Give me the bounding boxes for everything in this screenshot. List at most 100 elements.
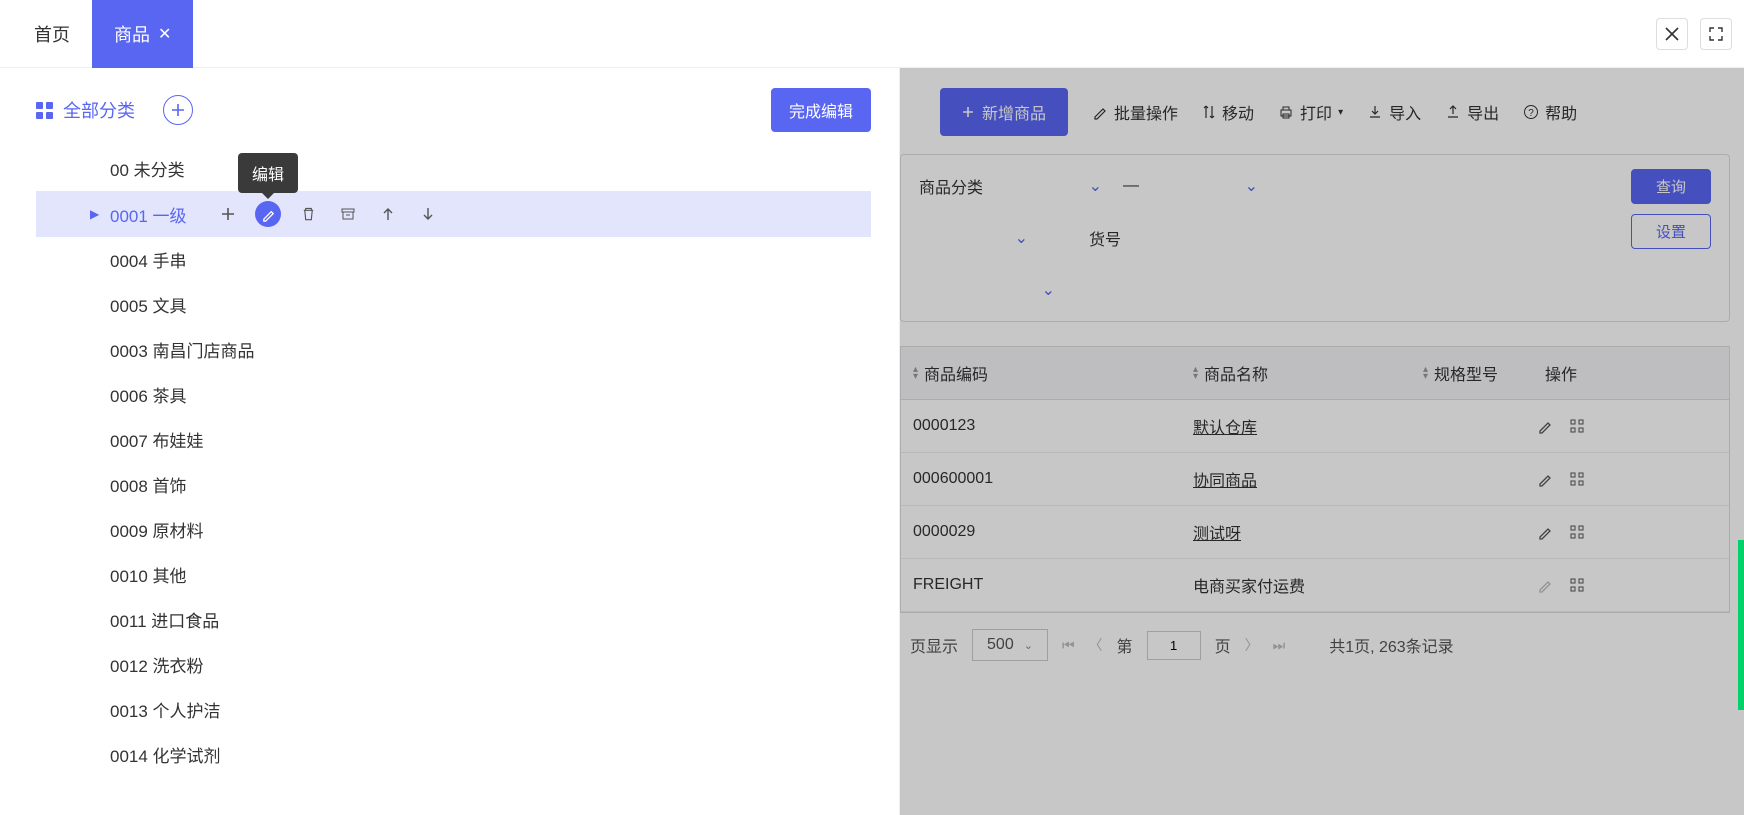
th-name[interactable]: ▴▾商品名称 — [1181, 347, 1411, 399]
fullscreen-button[interactable] — [1700, 18, 1732, 50]
category-editor-panel: 全部分类 完成编辑 00 未分类▶0001 一级编辑 0004 手串 0005 文具… — [0, 68, 900, 815]
help-icon: ? — [1523, 104, 1539, 120]
svg-text:?: ? — [1528, 108, 1534, 119]
product-table-panel: 新增商品 批量操作 移动 打印 ▾ 导入 — [900, 68, 1744, 815]
row-more-button[interactable] — [1569, 471, 1585, 487]
sort-icon — [1202, 104, 1216, 120]
chevron-down-icon: ⌄ — [1042, 280, 1055, 300]
export-button[interactable]: 导出 — [1445, 100, 1499, 124]
filter-select-a[interactable]: ⌄ — [919, 221, 1039, 255]
chevron-down-icon: ⌄ — [1089, 176, 1102, 196]
close-icon[interactable]: ✕ — [158, 24, 171, 44]
category-label: 0007 布娃娃 — [110, 427, 204, 452]
category-item[interactable]: 0005 文具 — [36, 282, 871, 327]
category-label: 0004 手串 — [110, 247, 187, 272]
category-item[interactable]: 00 未分类 — [36, 146, 871, 191]
row-edit-button[interactable] — [1537, 471, 1553, 487]
row-edit-button[interactable] — [1537, 577, 1553, 593]
close-all-button[interactable] — [1656, 18, 1688, 50]
setting-button[interactable]: 设置 — [1631, 214, 1711, 249]
grid-icon — [1569, 577, 1585, 593]
th-code[interactable]: ▴▾商品编码 — [901, 347, 1181, 399]
batch-ops-button[interactable]: 批量操作 — [1092, 100, 1178, 124]
row-edit-button[interactable] — [1537, 418, 1553, 434]
edit-button[interactable]: 编辑 — [255, 201, 281, 227]
category-item[interactable]: 0009 原材料 — [36, 507, 871, 552]
add-sub-button[interactable] — [215, 201, 241, 227]
help-button[interactable]: ? 帮助 — [1523, 100, 1577, 124]
prev-page-button[interactable]: 〈 — [1089, 635, 1103, 655]
th-spec[interactable]: ▴▾规格型号 — [1411, 347, 1511, 399]
archive-button[interactable] — [335, 201, 361, 227]
row-edit-button[interactable] — [1537, 524, 1553, 540]
page-input[interactable] — [1147, 631, 1201, 660]
filter-row-3: ⌄ — [919, 273, 1601, 307]
plus-icon — [962, 106, 974, 118]
category-label: 0008 首饰 — [110, 472, 187, 497]
add-category-button[interactable] — [163, 95, 193, 125]
table-row: FREIGHT电商买家付运费 — [901, 559, 1729, 612]
category-item[interactable]: 0008 首饰 — [36, 462, 871, 507]
search-button[interactable]: 查询 — [1631, 169, 1711, 204]
category-item[interactable]: 0010 其他 — [36, 552, 871, 597]
table-row: 0000029测试呀 — [901, 506, 1729, 559]
pagination: 页显示 500 ⌄ ⏮ 〈 第 页 〉 ⏭ 共1页, 263条记录 — [900, 613, 1730, 677]
cell-code: 0000029 — [901, 506, 1181, 558]
category-item[interactable]: 0011 进口食品 — [36, 597, 871, 642]
chevron-down-icon: ▾ — [1338, 107, 1343, 118]
cell-name[interactable]: 测试呀 — [1181, 506, 1411, 558]
cell-spec — [1411, 453, 1511, 505]
row-more-button[interactable] — [1569, 577, 1585, 593]
first-page-button[interactable]: ⏮ — [1062, 637, 1075, 654]
print-button[interactable]: 打印 ▾ — [1278, 100, 1343, 124]
move-up-button[interactable] — [375, 201, 401, 227]
category-item[interactable]: 0007 布娃娃 — [36, 417, 871, 462]
cell-code: 000600001 — [901, 453, 1181, 505]
product-table: ▴▾商品编码 ▴▾商品名称 ▴▾规格型号 操作 0000123默认仓库00060… — [900, 346, 1730, 613]
category-label: 0003 南昌门店商品 — [110, 337, 255, 362]
edit-icon — [1537, 418, 1553, 434]
row-more-button[interactable] — [1569, 524, 1585, 540]
move-button[interactable]: 移动 — [1202, 100, 1254, 124]
table-header: ▴▾商品编码 ▴▾商品名称 ▴▾规格型号 操作 — [901, 346, 1729, 400]
category-item[interactable]: 0006 茶具 — [36, 372, 871, 417]
cell-name[interactable]: 协同商品 — [1181, 453, 1411, 505]
printer-icon — [1278, 104, 1294, 120]
cell-spec — [1411, 506, 1511, 558]
cell-name[interactable]: 默认仓库 — [1181, 400, 1411, 452]
category-item[interactable]: 0013 个人护洁 — [36, 687, 871, 732]
category-item[interactable]: 0014 化学试剂 — [36, 732, 871, 777]
category-label: 0014 化学试剂 — [110, 742, 221, 767]
category-label: 0010 其他 — [110, 562, 187, 587]
new-product-button[interactable]: 新增商品 — [940, 88, 1068, 136]
chevron-down-icon: ⌄ — [1015, 228, 1028, 248]
category-label: 0009 原材料 — [110, 517, 204, 542]
category-select-2[interactable]: ⌄ — [1149, 169, 1269, 203]
last-page-button[interactable]: ⏭ — [1273, 637, 1286, 654]
page-size-select[interactable]: 500 ⌄ — [972, 629, 1048, 661]
cell-ops — [1511, 506, 1611, 558]
grid-icon — [1569, 471, 1585, 487]
edit-icon — [1537, 577, 1553, 593]
category-select-1[interactable]: ⌄ — [993, 169, 1113, 203]
tab-product[interactable]: 商品 ✕ — [92, 0, 193, 68]
all-categories-label[interactable]: 全部分类 — [63, 97, 135, 123]
category-item[interactable]: 0012 洗衣粉 — [36, 642, 871, 687]
table-row: 0000123默认仓库 — [901, 400, 1729, 453]
import-button[interactable]: 导入 — [1367, 100, 1421, 124]
row-more-button[interactable] — [1569, 418, 1585, 434]
filter-row-2: ⌄ 货号 — [919, 221, 1601, 255]
finish-edit-button[interactable]: 完成编辑 — [771, 88, 871, 132]
delete-button[interactable] — [295, 201, 321, 227]
filter-select-b[interactable]: ⌄ — [946, 273, 1066, 307]
tooltip: 编辑 — [238, 153, 298, 193]
tab-home[interactable]: 首页 — [12, 0, 92, 68]
edit-icon — [1537, 524, 1553, 540]
category-list[interactable]: 00 未分类▶0001 一级编辑 0004 手串 0005 文具 0003 南昌门店商… — [36, 146, 871, 786]
category-item[interactable]: ▶0001 一级编辑 — [36, 191, 871, 237]
category-item[interactable]: 0003 南昌门店商品 — [36, 327, 871, 372]
category-item[interactable]: 0004 手串 — [36, 237, 871, 282]
chevron-down-icon: ⌄ — [1245, 176, 1258, 196]
next-page-button[interactable]: 〉 — [1245, 635, 1259, 655]
move-down-button[interactable] — [415, 201, 441, 227]
